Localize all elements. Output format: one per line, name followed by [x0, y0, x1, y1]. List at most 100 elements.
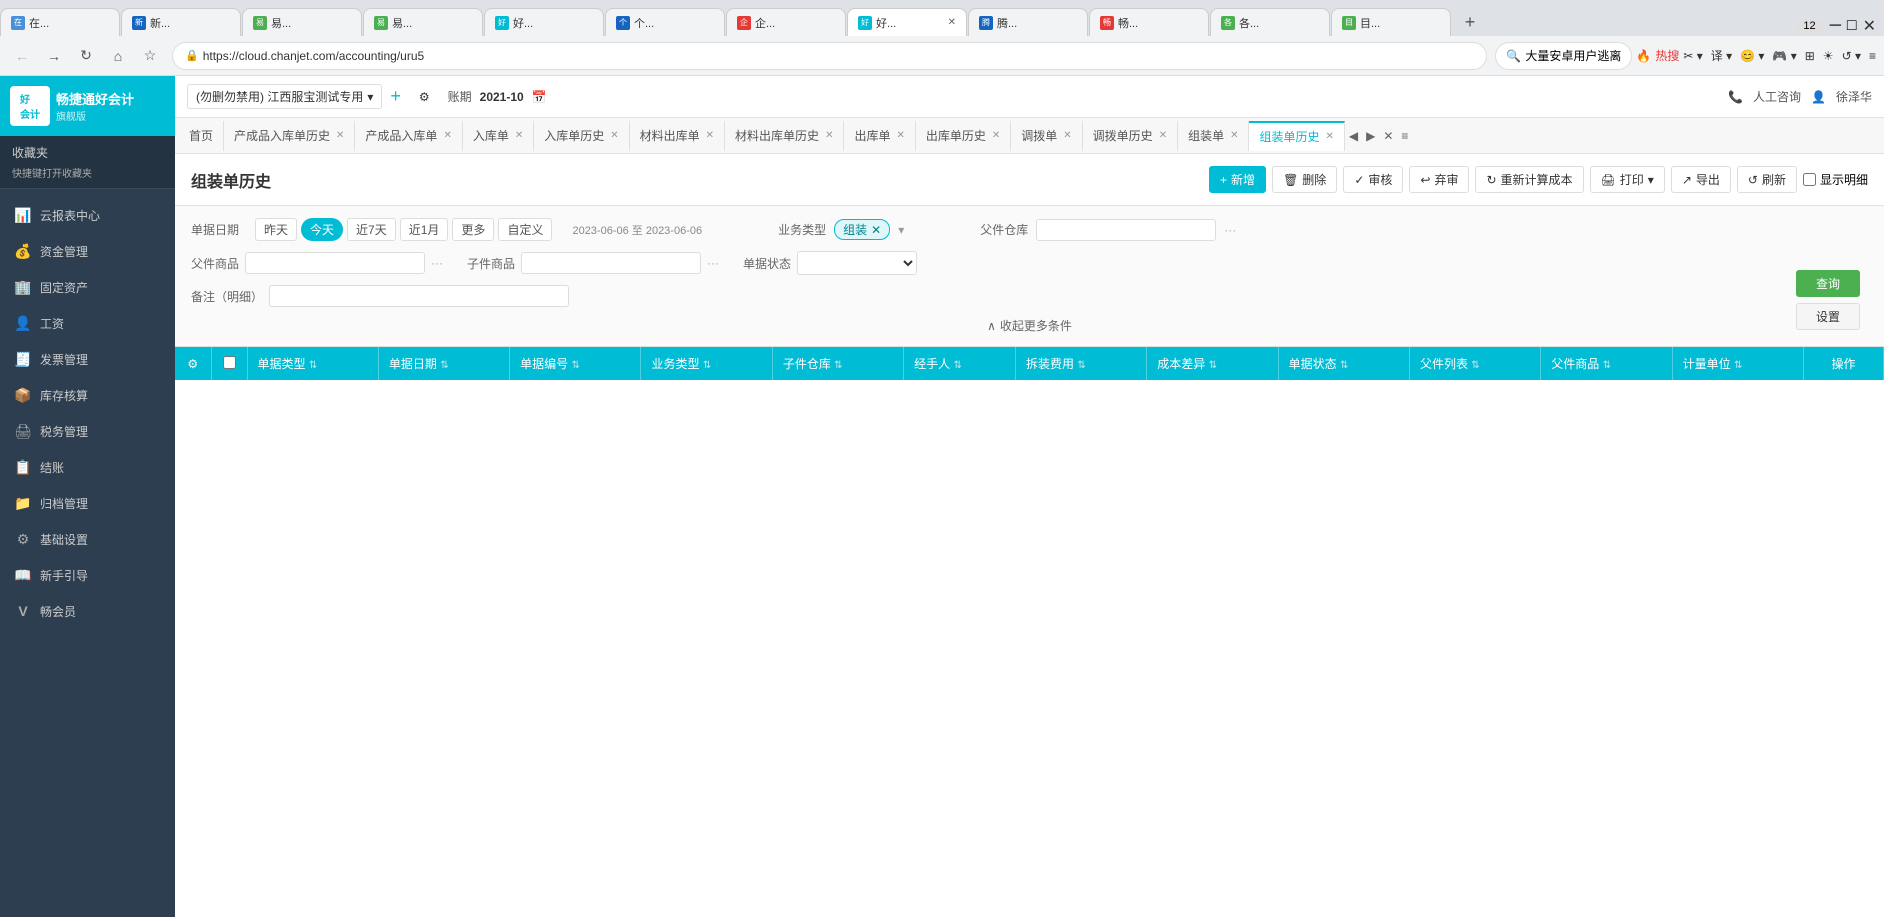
browser-tab-8[interactable]: 好 好... ✕: [847, 8, 967, 36]
game-action[interactable]: 🎮 ▾: [1772, 49, 1796, 63]
tab-more-menu[interactable]: ≡: [1397, 129, 1412, 143]
brightness-action[interactable]: ☀: [1823, 49, 1834, 63]
page-tab-in-order-close[interactable]: ✕: [515, 130, 523, 141]
child-goods-more[interactable]: ···: [707, 256, 719, 270]
more-date-btn[interactable]: 更多: [452, 218, 494, 241]
child-goods-input[interactable]: [521, 252, 701, 274]
page-tab-assembly-history-close[interactable]: ✕: [1326, 131, 1334, 142]
cost-diff-col-header[interactable]: 成本差异 ⇅: [1147, 347, 1278, 380]
page-tab-out-history[interactable]: 出库单历史 ✕: [916, 121, 1011, 151]
parent-warehouse-input[interactable]: [1036, 219, 1216, 241]
page-tab-adjust-history-close[interactable]: ✕: [1159, 130, 1167, 141]
browser-tab-1[interactable]: 在 在...: [0, 8, 120, 36]
page-tab-produce-in-history-close[interactable]: ✕: [336, 130, 344, 141]
undo-action[interactable]: ↺ ▾: [1842, 49, 1861, 63]
page-tab-assembly-close[interactable]: ✕: [1230, 130, 1238, 141]
calendar-icon[interactable]: 📅: [532, 90, 547, 104]
page-tab-in-order[interactable]: 入库单 ✕: [463, 121, 534, 151]
browser-tab-3[interactable]: 易 易...: [242, 8, 362, 36]
settings-col-header[interactable]: ⚙: [175, 347, 211, 380]
settings-button[interactable]: 设置: [1796, 303, 1860, 330]
page-tab-out-order[interactable]: 出库单 ✕: [844, 121, 915, 151]
search-bar[interactable]: 🔍 大量安卓用户逃离: [1495, 42, 1632, 70]
emoji-action[interactable]: 😊 ▾: [1740, 49, 1764, 63]
back-button[interactable]: ←: [8, 42, 36, 70]
type-col-header[interactable]: 单据类型 ⇅: [247, 347, 378, 380]
sidebar-item-fixed-assets[interactable]: 🏢 固定资产: [0, 269, 175, 305]
sidebar-item-cloud-report[interactable]: 📊 云报表中心: [0, 197, 175, 233]
page-tab-adjust[interactable]: 调拨单 ✕: [1011, 121, 1082, 151]
delete-button[interactable]: 🗑 删除: [1272, 166, 1337, 193]
select-all-checkbox[interactable]: [223, 356, 236, 369]
translate-action[interactable]: 译 ▾: [1711, 47, 1732, 64]
export-button[interactable]: ↗ 导出: [1671, 166, 1731, 193]
page-tab-in-history[interactable]: 入库单历史 ✕: [534, 121, 629, 151]
page-tab-material-out[interactable]: 材料出库单 ✕: [630, 121, 725, 151]
browser-tab-2[interactable]: 新 新...: [121, 8, 241, 36]
reload-button[interactable]: ↻: [72, 42, 100, 70]
sidebar-item-tax[interactable]: 🖨 税务管理: [0, 413, 175, 449]
business-type-dropdown-icon[interactable]: ▾: [898, 223, 904, 237]
page-tab-out-history-close[interactable]: ✕: [992, 130, 1000, 141]
show-detail-checkbox-label[interactable]: 显示明细: [1803, 171, 1868, 188]
page-tab-assembly[interactable]: 组装单 ✕: [1178, 121, 1249, 151]
browser-tab-4[interactable]: 易 易...: [363, 8, 483, 36]
parent-goods-more[interactable]: ···: [431, 256, 443, 270]
tab-scroll-left[interactable]: ◀: [1345, 129, 1362, 143]
refresh-button[interactable]: ↺ 刷新: [1737, 166, 1797, 193]
company-selector[interactable]: (勿删勿禁用) 江西服宝测试专用 ▾: [187, 84, 382, 109]
sidebar-item-invoice[interactable]: 🧾 发票管理: [0, 341, 175, 377]
page-tab-in-history-close[interactable]: ✕: [610, 130, 618, 141]
page-tab-assembly-history[interactable]: 组装单历史 ✕: [1249, 121, 1344, 151]
custom-date-btn[interactable]: 自定义: [498, 218, 552, 241]
tab-scroll-right[interactable]: ▶: [1362, 129, 1379, 143]
remarks-input[interactable]: [269, 285, 569, 307]
sidebar-item-archive[interactable]: 📁 归档管理: [0, 485, 175, 521]
page-tab-out-order-close[interactable]: ✕: [896, 130, 904, 141]
page-tab-produce-in-close[interactable]: ✕: [443, 130, 451, 141]
browser-tab-12[interactable]: 目 目...: [1331, 8, 1451, 36]
address-bar[interactable]: 🔒 https://cloud.chanjet.com/accounting/u…: [172, 42, 1487, 70]
date-col-header[interactable]: 单据日期 ⇅: [378, 347, 509, 380]
approve-button[interactable]: ✓ 审核: [1343, 166, 1403, 193]
add-company-button[interactable]: +: [390, 86, 401, 107]
browser-tab-10[interactable]: 畅 畅...: [1089, 8, 1209, 36]
page-tab-home[interactable]: 首页: [179, 121, 224, 151]
sidebar-item-basic[interactable]: ⚙ 基础设置: [0, 521, 175, 557]
tab-close-all[interactable]: ✕: [1379, 129, 1397, 143]
sidebar-item-payroll[interactable]: 👤 工资: [0, 305, 175, 341]
last1month-btn[interactable]: 近1月: [400, 218, 449, 241]
status-col-header[interactable]: 单据状态 ⇅: [1278, 347, 1409, 380]
unit-col-header[interactable]: 计量单位 ⇅: [1672, 347, 1803, 380]
browser-tab-11[interactable]: 各 各...: [1210, 8, 1330, 36]
parent-list-col-header[interactable]: 父件列表 ⇅: [1409, 347, 1540, 380]
menu-action[interactable]: ≡: [1869, 49, 1876, 63]
grid-action[interactable]: ⊞: [1805, 49, 1815, 63]
add-button[interactable]: + 新增: [1209, 166, 1266, 193]
favorites-shortcut[interactable]: 快捷键打开收藏夹: [12, 165, 163, 180]
page-tab-produce-in-history[interactable]: 产成品入库单历史 ✕: [224, 121, 355, 151]
sidebar-item-guide[interactable]: 📖 新手引导: [0, 557, 175, 593]
page-tab-material-out-close[interactable]: ✕: [706, 130, 714, 141]
last7-btn[interactable]: 近7天: [347, 218, 396, 241]
today-btn[interactable]: 今天: [301, 218, 343, 241]
browser-tab-7[interactable]: 企 企...: [726, 8, 846, 36]
number-col-header[interactable]: 单据编号 ⇅: [510, 347, 641, 380]
page-tab-material-out-history[interactable]: 材料出库单历史 ✕: [725, 121, 844, 151]
maximize-button[interactable]: □: [1847, 17, 1857, 35]
close-window-button[interactable]: ✕: [1863, 16, 1876, 36]
show-detail-checkbox[interactable]: [1803, 173, 1816, 186]
parent-goods-col-header[interactable]: 父件商品 ⇅: [1541, 347, 1672, 380]
recalculate-button[interactable]: ↻ 重新计算成本: [1475, 166, 1583, 193]
browser-tab-6[interactable]: 个 个...: [605, 8, 725, 36]
collapse-button[interactable]: ∧ 收起更多条件: [191, 317, 1868, 334]
disassembly-fee-col-header[interactable]: 拆装费用 ⇅: [1015, 347, 1146, 380]
status-select[interactable]: [797, 251, 917, 275]
checkbox-col-header[interactable]: [211, 347, 247, 380]
sidebar-item-inventory[interactable]: 📦 库存核算: [0, 377, 175, 413]
parent-warehouse-more[interactable]: ···: [1224, 223, 1236, 237]
scissors-action[interactable]: ✂ ▾: [1683, 49, 1702, 63]
bookmark-button[interactable]: ☆: [136, 42, 164, 70]
biz-type-col-header[interactable]: 业务类型 ⇅: [641, 347, 772, 380]
abandon-button[interactable]: ↩ 弃审: [1409, 166, 1469, 193]
